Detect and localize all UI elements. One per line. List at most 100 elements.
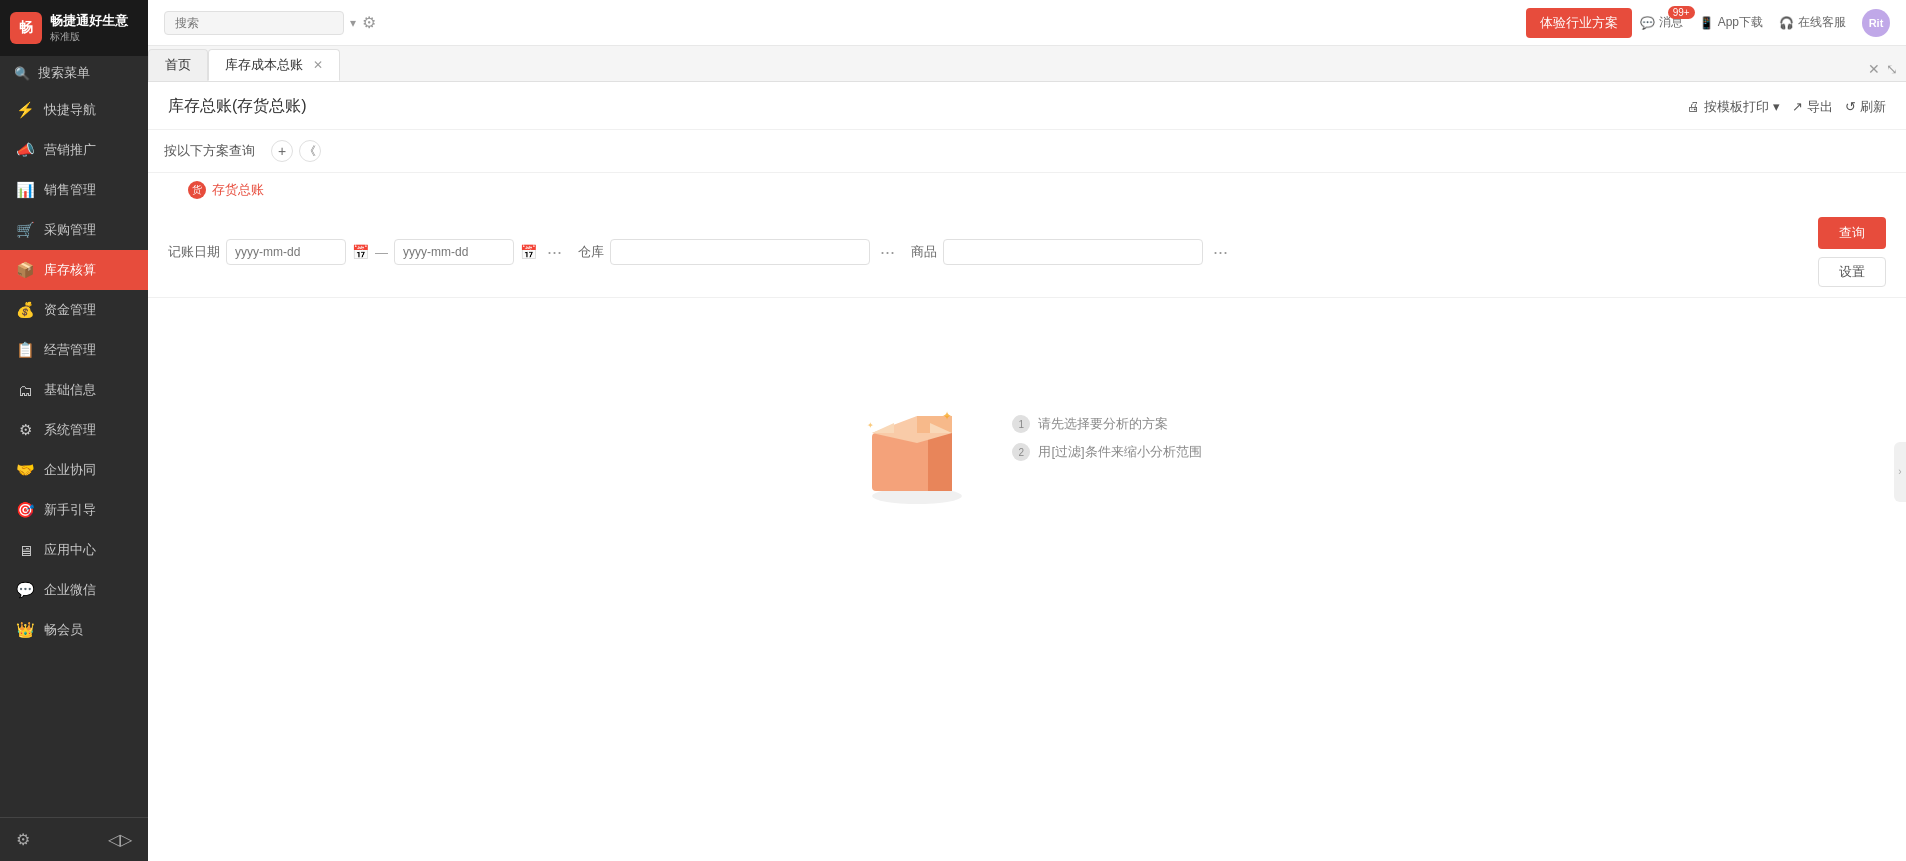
date-end-input[interactable] — [394, 239, 514, 265]
topbar-settings-icon[interactable]: ⚙ — [362, 13, 376, 32]
goods-input[interactable] — [943, 239, 1203, 265]
date-more-icon[interactable]: ··· — [543, 243, 566, 261]
goods-label: 商品 — [911, 243, 937, 261]
coop-icon: 🤝 — [16, 461, 34, 479]
messages-button[interactable]: 💬 消息 99+ — [1640, 14, 1683, 31]
topbar: ▾ ⚙ 体验行业方案 💬 消息 99+ 📱 App下载 🎧 在线客服 Rit — [148, 0, 1906, 46]
marketing-icon: 📣 — [16, 141, 34, 159]
sidebar-item-quick-nav[interactable]: ⚡ 快捷导航 — [0, 90, 148, 130]
filter-label: 按以下方案查询 — [164, 142, 255, 160]
tab-resize-icon[interactable]: ⤡ — [1886, 61, 1898, 77]
sidebar-item-label: 经营管理 — [44, 341, 96, 359]
svg-rect-2 — [928, 433, 952, 491]
sidebar-item-fund[interactable]: 💰 资金管理 — [0, 290, 148, 330]
step-1-num: 1 — [1012, 415, 1030, 433]
sidebar-search-label: 搜索菜单 — [38, 64, 90, 82]
tab-close-all-icon[interactable]: ✕ — [1868, 61, 1880, 77]
print-template-button[interactable]: 🖨 按模板打印 ▾ — [1687, 98, 1780, 116]
empty-box-svg: ✦ ✦ — [852, 378, 982, 508]
tab-close-icon[interactable]: ✕ — [313, 58, 323, 72]
filter-buttons: 查询 设置 — [1818, 217, 1886, 287]
inventory-cost-tab-label: 库存成本总账 — [225, 56, 303, 74]
basic-icon: 🗂 — [16, 382, 34, 399]
settings-footer-icon[interactable]: ⚙ — [16, 830, 30, 849]
warehouse-more-icon[interactable]: ··· — [876, 243, 899, 261]
svg-marker-5 — [872, 423, 894, 433]
tabbar: 首页 库存成本总账 ✕ ✕ ⤡ — [148, 46, 1906, 82]
scheme-tag[interactable]: 货 存货总账 — [188, 181, 264, 199]
sidebar-item-operation[interactable]: 📋 经营管理 — [0, 330, 148, 370]
sidebar-item-newbie[interactable]: 🎯 新手引导 — [0, 490, 148, 530]
empty-message-1: 1 请先选择要分析的方案 — [1012, 415, 1201, 433]
logo-text: 畅捷通好生意 标准版 — [50, 12, 128, 44]
message-icon: 💬 — [1640, 16, 1655, 30]
trial-button[interactable]: 体验行业方案 — [1526, 8, 1632, 38]
sidebar-item-marketing[interactable]: 📣 营销推广 — [0, 130, 148, 170]
refresh-label: 刷新 — [1860, 98, 1886, 116]
sidebar-item-label: 系统管理 — [44, 421, 96, 439]
sidebar-item-appcenter[interactable]: 🖥 应用中心 — [0, 530, 148, 570]
empty-message-2: 2 用[过滤]条件来缩小分析范围 — [1012, 443, 1201, 461]
wechat-icon: 💬 — [16, 581, 34, 599]
topbar-right: 💬 消息 99+ 📱 App下载 🎧 在线客服 Rit — [1640, 9, 1890, 37]
logo-sub-text: 标准版 — [50, 30, 128, 44]
query-button[interactable]: 查询 — [1818, 217, 1886, 249]
quick-nav-icon: ⚡ — [16, 101, 34, 119]
filter-collapse-button[interactable]: 《 — [299, 140, 321, 162]
empty-illustration: ✦ ✦ — [852, 378, 972, 498]
calendar-end-icon[interactable]: 📅 — [520, 244, 537, 260]
newbie-icon: 🎯 — [16, 501, 34, 519]
chevron-down-icon[interactable]: ▾ — [350, 16, 356, 30]
purchase-icon: 🛒 — [16, 221, 34, 239]
sidebar-item-label: 畅会员 — [44, 621, 83, 639]
search-icon: 🔍 — [14, 66, 30, 81]
home-tab-label: 首页 — [165, 56, 191, 74]
audio-footer-icon[interactable]: ◁▷ — [108, 830, 132, 849]
sidebar-item-label: 采购管理 — [44, 221, 96, 239]
user-avatar[interactable]: Rit — [1862, 9, 1890, 37]
empty-state: ✦ ✦ 1 请先选择要分析的方案 2 用[过滤]条件来缩小分析范围 — [148, 298, 1906, 578]
filter-add-button[interactable]: + — [271, 140, 293, 162]
page-header: 库存总账(存货总账) 🖨 按模板打印 ▾ ↗ 导出 ↺ 刷新 — [148, 82, 1906, 130]
filter-bar: 按以下方案查询 + 《 — [148, 130, 1906, 173]
sidebar-item-label: 企业协同 — [44, 461, 96, 479]
sidebar-item-inventory[interactable]: 📦 库存核算 — [0, 250, 148, 290]
scheme-icon: 货 — [188, 181, 206, 199]
sidebar-item-sales[interactable]: 📊 销售管理 — [0, 170, 148, 210]
date-start-input[interactable] — [226, 239, 346, 265]
tab-home[interactable]: 首页 — [148, 49, 208, 81]
topbar-search-area: ▾ ⚙ — [164, 11, 1518, 35]
export-button[interactable]: ↗ 导出 — [1792, 98, 1833, 116]
warehouse-label: 仓库 — [578, 243, 604, 261]
vip-icon: 👑 — [16, 621, 34, 639]
sidebar-search[interactable]: 🔍 搜索菜单 — [0, 56, 148, 90]
sidebar-item-coop[interactable]: 🤝 企业协同 — [0, 450, 148, 490]
sidebar-item-label: 基础信息 — [44, 381, 96, 399]
filter-scheme-row: 货 存货总账 — [148, 173, 1906, 207]
sidebar-item-vip[interactable]: 👑 畅会员 — [0, 610, 148, 650]
tab-inventory-cost[interactable]: 库存成本总账 ✕ — [208, 49, 340, 81]
right-collapse-handle[interactable]: › — [1894, 442, 1906, 502]
warehouse-input[interactable] — [610, 239, 870, 265]
logo-icon: 畅 — [10, 12, 42, 44]
main-area: ▾ ⚙ 体验行业方案 💬 消息 99+ 📱 App下载 🎧 在线客服 Rit — [148, 0, 1906, 861]
sidebar-item-system[interactable]: ⚙ 系统管理 — [0, 410, 148, 450]
sidebar-item-basic[interactable]: 🗂 基础信息 — [0, 370, 148, 410]
settings-button[interactable]: 设置 — [1818, 257, 1886, 287]
avatar-text: Rit — [1869, 17, 1884, 29]
sidebar-logo: 畅 畅捷通好生意 标准版 — [0, 0, 148, 56]
sidebar-item-label: 销售管理 — [44, 181, 96, 199]
sidebar-item-label: 库存核算 — [44, 261, 96, 279]
sidebar-item-label: 新手引导 — [44, 501, 96, 519]
refresh-icon: ↺ — [1845, 99, 1856, 114]
topbar-search-input[interactable] — [164, 11, 344, 35]
refresh-button[interactable]: ↺ 刷新 — [1845, 98, 1886, 116]
calendar-start-icon[interactable]: 📅 — [352, 244, 369, 260]
messages-badge: 99+ — [1668, 6, 1695, 19]
online-service-button[interactable]: 🎧 在线客服 — [1779, 14, 1846, 31]
sidebar-item-label: 快捷导航 — [44, 101, 96, 119]
goods-more-icon[interactable]: ··· — [1209, 243, 1232, 261]
app-download-button[interactable]: 📱 App下载 — [1699, 14, 1763, 31]
sidebar-item-wechat[interactable]: 💬 企业微信 — [0, 570, 148, 610]
sidebar-item-purchase[interactable]: 🛒 采购管理 — [0, 210, 148, 250]
